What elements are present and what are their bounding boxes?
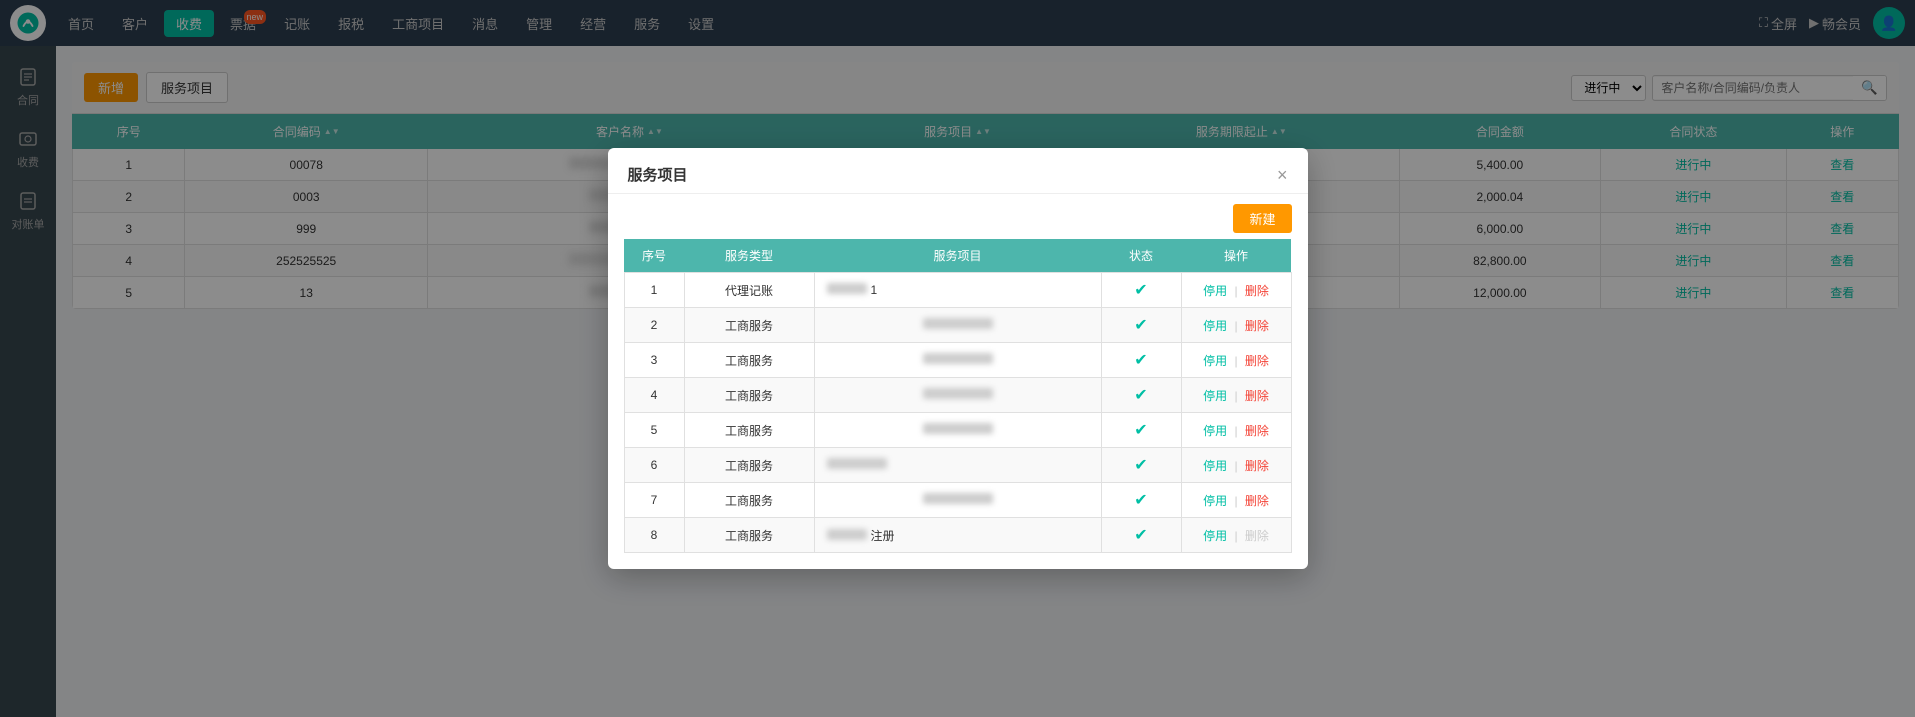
delete-button[interactable]: 删除 [1245, 319, 1269, 333]
dialog-table-row: 1 代理记账 1 ✔ 停用 | 删除 [624, 273, 1291, 308]
delete-button[interactable]: 删除 [1245, 284, 1269, 298]
status-active-icon: ✔ [1134, 527, 1147, 544]
modal-overlay[interactable]: 服务项目 × 新建 序号 服务类型 服务项目 状态 操作 [0, 0, 1915, 717]
delete-button[interactable]: 删除 [1245, 494, 1269, 508]
dth-status: 状态 [1101, 239, 1181, 273]
stop-button[interactable]: 停用 [1203, 319, 1227, 333]
dth-seq: 序号 [624, 239, 684, 273]
dialog-table-row: 7 工商服务 ✔ 停用 | 删除 [624, 483, 1291, 518]
delete-button[interactable]: 删除 [1245, 389, 1269, 403]
dialog-table-row: 6 工商服务 ✔ 停用 | 删除 [624, 448, 1291, 483]
service-items-dialog: 服务项目 × 新建 序号 服务类型 服务项目 状态 操作 [608, 148, 1308, 569]
dialog-table-row: 3 工商服务 ✔ 停用 | 删除 [624, 343, 1291, 378]
delete-button[interactable]: 删除 [1245, 459, 1269, 473]
stop-button[interactable]: 停用 [1203, 424, 1227, 438]
new-service-button[interactable]: 新建 [1233, 204, 1291, 233]
dialog-table-row: 8 工商服务 注册 ✔ 停用 | 删除 [624, 518, 1291, 553]
dth-action: 操作 [1181, 239, 1291, 273]
stop-button[interactable]: 停用 [1203, 459, 1227, 473]
dialog-toolbar: 新建 [608, 194, 1308, 239]
dialog-table-row: 2 工商服务 ✔ 停用 | 删除 [624, 308, 1291, 343]
delete-button[interactable]: 删除 [1245, 424, 1269, 438]
delete-button[interactable]: 删除 [1245, 529, 1269, 543]
status-active-icon: ✔ [1134, 387, 1147, 404]
dth-type: 服务类型 [684, 239, 814, 273]
stop-button[interactable]: 停用 [1203, 529, 1227, 543]
status-active-icon: ✔ [1134, 352, 1147, 369]
delete-button[interactable]: 删除 [1245, 354, 1269, 368]
status-active-icon: ✔ [1134, 317, 1147, 334]
dialog-body: 序号 服务类型 服务项目 状态 操作 1 代理记账 1 [608, 239, 1308, 569]
status-active-icon: ✔ [1134, 282, 1147, 299]
dialog-title: 服务项目 [628, 164, 688, 185]
service-items-table: 序号 服务类型 服务项目 状态 操作 1 代理记账 1 [624, 239, 1292, 553]
status-active-icon: ✔ [1134, 457, 1147, 474]
dth-item: 服务项目 [814, 239, 1101, 273]
dialog-close-button[interactable]: × [1277, 166, 1288, 184]
stop-button[interactable]: 停用 [1203, 284, 1227, 298]
dialog-table-row: 4 工商服务 ✔ 停用 | 删除 [624, 378, 1291, 413]
dialog-header: 服务项目 × [608, 148, 1308, 194]
status-active-icon: ✔ [1134, 492, 1147, 509]
stop-button[interactable]: 停用 [1203, 389, 1227, 403]
dialog-table-row: 5 工商服务 ✔ 停用 | 删除 [624, 413, 1291, 448]
stop-button[interactable]: 停用 [1203, 354, 1227, 368]
status-active-icon: ✔ [1134, 422, 1147, 439]
stop-button[interactable]: 停用 [1203, 494, 1227, 508]
